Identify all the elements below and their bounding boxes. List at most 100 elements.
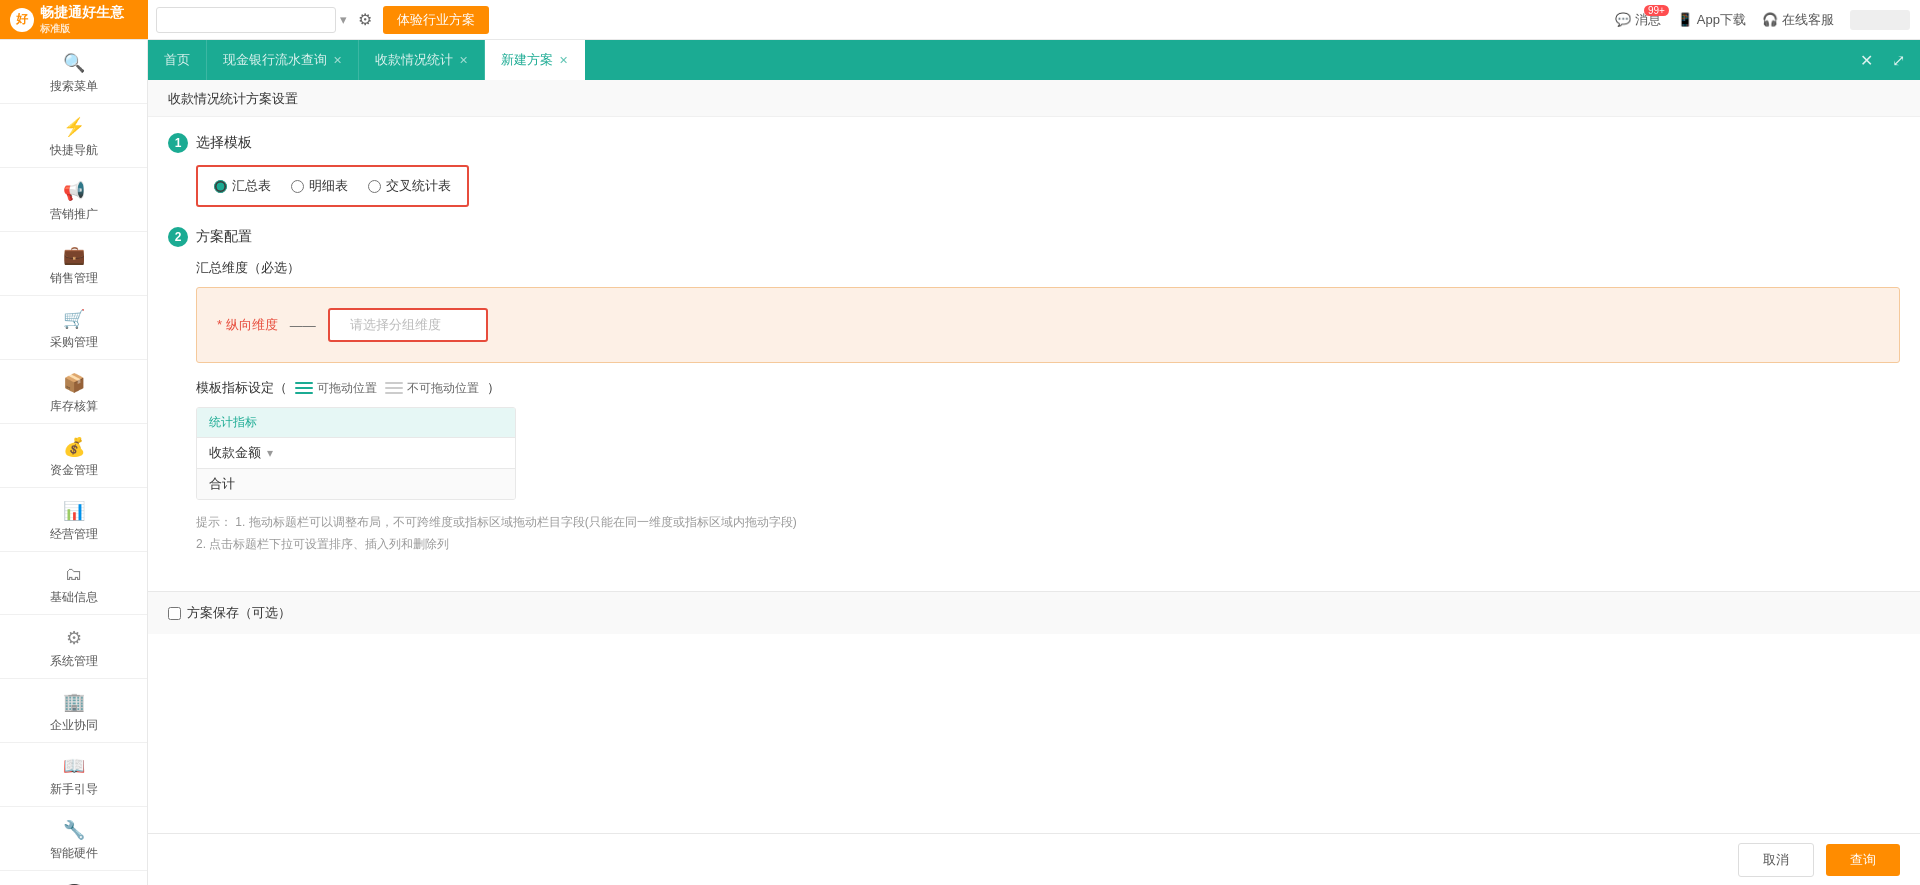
dim-placeholder: 请选择分组维度 [350,317,441,332]
radio-detail-label: 明细表 [309,177,348,195]
service-btn[interactable]: 🎧 在线客服 [1762,11,1834,29]
no-drag-badge: 不可拖动位置 [385,380,479,397]
no-drag-icon [385,382,403,394]
management-icon: 📊 [63,500,85,522]
sidebar-item-finance[interactable]: 💰 资金管理 [0,424,147,488]
sidebar-label-search: 搜索菜单 [50,78,98,95]
section2-title: 方案配置 [196,228,252,246]
main-layout: 🔍 搜索菜单 ⚡ 快捷导航 📢 营销推广 💼 销售管理 🛒 采购管理 📦 库存核… [0,40,1920,885]
tab-cashflow[interactable]: 现金银行流水查询 ✕ [207,40,359,80]
sidebar-item-hardware[interactable]: 🔧 智能硬件 [0,807,147,871]
sidebar-item-purchase[interactable]: 🛒 采购管理 [0,296,147,360]
section-config: 2 方案配置 汇总维度（必选） 纵向维度 —— 请选择分组维度 [168,227,1900,555]
quick-nav-icon: ⚡ [63,116,85,138]
stats-cell-amount: 收款金额 ▾ [209,444,503,462]
download-btn[interactable]: 📱 App下载 [1677,11,1746,29]
radio-cross-input[interactable] [368,180,381,193]
finance-icon: 💰 [63,436,85,458]
tab-home[interactable]: 首页 [148,40,207,80]
sidebar-label-finance: 资金管理 [50,462,98,479]
sidebar-item-guide[interactable]: 📖 新手引导 [0,743,147,807]
marketing-icon: 📢 [63,180,85,202]
radio-detail-input[interactable] [291,180,304,193]
user-avatar[interactable] [1850,10,1910,30]
sidebar-item-marketing[interactable]: 📢 营销推广 [0,168,147,232]
logo-icon: 好 [10,8,34,32]
dim-select-btn[interactable]: 请选择分组维度 [328,308,488,342]
sidebar-item-management[interactable]: 📊 经营管理 [0,488,147,552]
section1-title: 选择模板 [196,134,252,152]
stats-table: 统计指标 收款金额 ▾ 合计 [196,407,516,500]
sidebar-label-management: 经营管理 [50,526,98,543]
save-option[interactable]: 方案保存（可选） [168,604,1900,622]
tab-receipts[interactable]: 收款情况统计 ✕ [359,40,485,80]
tab-cashflow-close[interactable]: ✕ [333,54,342,67]
tab-expand-btn[interactable]: ⤢ [1886,48,1910,72]
dimension-row: 纵向维度 —— 请选择分组维度 [217,308,1879,342]
tab-close-btn[interactable]: ✕ [1854,48,1878,72]
tab-new-plan[interactable]: 新建方案 ✕ [485,40,585,80]
sidebar-label-basic-info: 基础信息 [50,589,98,606]
bottom-action-bar: 取消 查询 [148,833,1920,885]
radio-detail[interactable]: 明细表 [291,177,348,195]
section1-header: 1 选择模板 [168,133,1900,153]
sidebar: 🔍 搜索菜单 ⚡ 快捷导航 📢 营销推广 💼 销售管理 🛒 采购管理 📦 库存核… [0,40,148,885]
amount-dropdown-btn[interactable]: ▾ [267,446,273,460]
radio-cross[interactable]: 交叉统计表 [368,177,451,195]
logo-area: 好 畅捷通好生意 标准版 [0,0,148,39]
sidebar-item-basic-info[interactable]: 🗂 基础信息 [0,552,147,615]
sidebar-item-wechat[interactable]: 💬 企业微信 [0,871,147,885]
enterprise-icon: 🏢 [63,691,85,713]
sidebar-label-inventory: 库存核算 [50,398,98,415]
content-area: 首页 现金银行流水查询 ✕ 收款情况统计 ✕ 新建方案 ✕ ✕ ⤢ [148,40,1920,885]
tab-home-label: 首页 [164,51,190,69]
tab-bar: 首页 现金银行流水查询 ✕ 收款情况统计 ✕ 新建方案 ✕ ✕ ⤢ [148,40,1920,80]
footer-area: 方案保存（可选） [148,591,1920,634]
radio-summary-label: 汇总表 [232,177,271,195]
stats-subtotal: 合计 [197,468,515,499]
page-title: 收款情况统计方案设置 [168,91,298,106]
sidebar-item-quicknav[interactable]: ⚡ 快捷导航 [0,104,147,168]
sidebar-label-sales: 销售管理 [50,270,98,287]
dim-arrow: —— [290,318,316,333]
chevron-down-icon[interactable]: ▾ [340,12,347,27]
sidebar-item-inventory[interactable]: 📦 库存核算 [0,360,147,424]
tab-receipts-close[interactable]: ✕ [459,54,468,67]
radio-summary[interactable]: 汇总表 [214,177,271,195]
inventory-icon: 📦 [63,372,85,394]
radio-summary-input[interactable] [214,180,227,193]
sidebar-label-guide: 新手引导 [50,781,98,798]
sidebar-item-enterprise[interactable]: 🏢 企业协同 [0,679,147,743]
sidebar-label-hardware: 智能硬件 [50,845,98,862]
search-icon: 🔍 [63,52,85,74]
chat-icon: 💬 [1615,12,1631,27]
sidebar-item-sales[interactable]: 💼 销售管理 [0,232,147,296]
sidebar-label-enterprise: 企业协同 [50,717,98,734]
purchase-icon: 🛒 [63,308,85,330]
sidebar-item-search[interactable]: 🔍 搜索菜单 [0,40,147,104]
tab-cashflow-label: 现金银行流水查询 [223,51,327,69]
service-label: 在线客服 [1782,11,1834,29]
section-template: 1 选择模板 汇总表 明细表 [168,133,1900,207]
notification-btn[interactable]: 💬 消息 99+ [1615,11,1661,29]
tab-new-plan-close[interactable]: ✕ [559,54,568,67]
tip-1: 提示： 1. 拖动标题栏可以调整布局，不可跨维度或指标区域拖动栏目字段(只能在同… [196,512,1900,534]
query-button[interactable]: 查询 [1826,844,1900,876]
search-input[interactable] [156,7,336,33]
drag-icon [295,382,313,394]
form-body: 1 选择模板 汇总表 明细表 [148,117,1920,591]
section2-num: 2 [168,227,188,247]
try-btn[interactable]: 体验行业方案 [383,6,489,34]
cancel-button[interactable]: 取消 [1738,843,1814,877]
stats-table-row: 收款金额 ▾ [197,437,515,468]
tab-receipts-label: 收款情况统计 [375,51,453,69]
indicator-settings: 模板指标设定（ 可拖动位置 [196,379,1900,500]
breadcrumb-area: ▾ ⚙ 体验行业方案 [156,6,1607,34]
gear-button[interactable]: ⚙ [351,6,379,34]
guide-icon: 📖 [63,755,85,777]
basic-info-icon: 🗂 [65,564,83,585]
save-checkbox[interactable] [168,607,181,620]
sidebar-label-purchase: 采购管理 [50,334,98,351]
section2-header: 2 方案配置 [168,227,1900,247]
sidebar-item-system[interactable]: ⚙ 系统管理 [0,615,147,679]
